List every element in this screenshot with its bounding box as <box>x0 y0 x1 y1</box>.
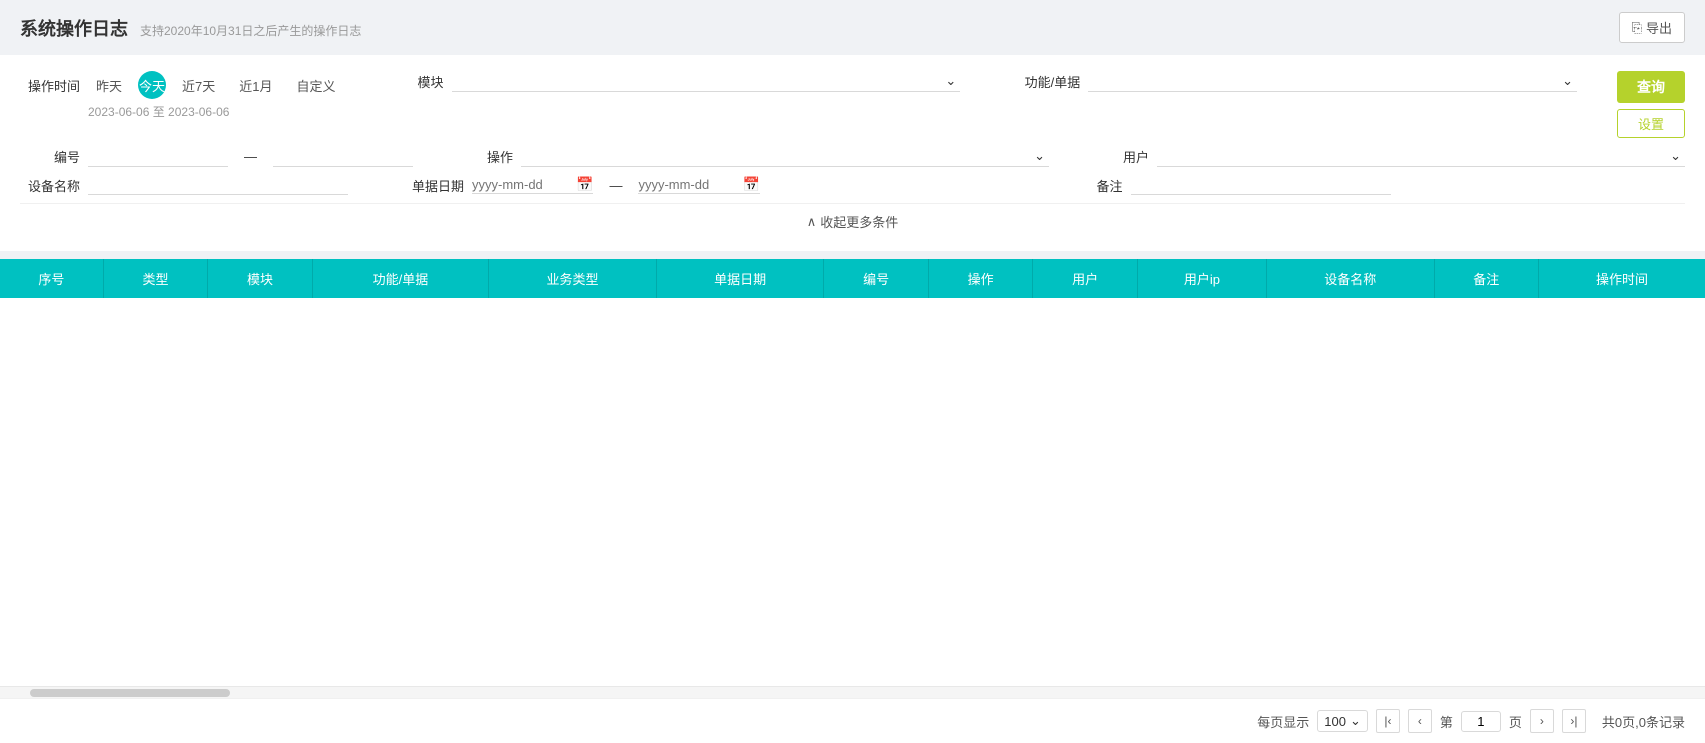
page-prefix-label: 第 <box>1440 712 1453 731</box>
doc-date-start-input[interactable] <box>472 177 572 192</box>
code-input-end[interactable] <box>273 147 413 167</box>
action-buttons: 查询 设置 <box>1617 71 1685 138</box>
col-device: 设备名称 <box>1266 259 1434 298</box>
col-user-ip: 用户ip <box>1137 259 1266 298</box>
collapse-button[interactable]: ∧ 收起更多条件 <box>807 212 899 231</box>
table-header-row: 序号 类型 模块 功能/单据 业务类型 单据日期 编号 操作 用户 用户ip 设… <box>0 259 1705 298</box>
1month-btn[interactable]: 近1月 <box>231 74 280 97</box>
page-subtitle: 支持2020年10月31日之后产生的操作日志 <box>140 22 361 39</box>
prev-page-button[interactable]: ‹ <box>1408 709 1432 733</box>
function-chevron-icon: ⌄ <box>1562 73 1573 89</box>
col-type: 类型 <box>103 259 207 298</box>
col-biz-type: 业务类型 <box>489 259 657 298</box>
per-page-label: 每页显示 <box>1257 712 1309 731</box>
code-dash: — <box>236 149 265 164</box>
col-module: 模块 <box>208 259 312 298</box>
user-select[interactable]: ⌄ <box>1157 146 1685 167</box>
page-title: 系统操作日志 <box>20 15 128 41</box>
first-page-button[interactable]: |‹ <box>1376 709 1400 733</box>
module-select[interactable]: ⌄ <box>452 71 961 92</box>
horizontal-scrollbar[interactable] <box>0 686 1705 698</box>
doc-date-end-wrap: 📅 <box>638 176 759 194</box>
data-table: 序号 类型 模块 功能/单据 业务类型 单据日期 编号 操作 用户 用户ip 设… <box>0 259 1705 298</box>
doc-date-end-input[interactable] <box>638 177 738 192</box>
collapse-label: 收起更多条件 <box>820 212 898 231</box>
today-btn[interactable]: 今天 <box>138 71 166 99</box>
time-buttons: 昨天 今天 近7天 近1月 自定义 <box>88 71 344 99</box>
page-size-chevron-icon: ⌄ <box>1350 713 1361 729</box>
col-function: 功能/单据 <box>312 259 488 298</box>
module-label: 模块 <box>384 72 444 91</box>
doc-date-label: 单据日期 <box>400 176 464 195</box>
col-doc-date: 单据日期 <box>656 259 824 298</box>
export-icon: ⎘ <box>1632 20 1642 36</box>
scrollbar-thumb[interactable] <box>30 689 230 697</box>
pagination-bar: 每页显示 100 ⌄ |‹ ‹ 第 页 › ›| 共0页,0条记录 <box>0 698 1705 743</box>
operation-label: 操作 <box>453 147 513 166</box>
time-label: 操作时间 <box>20 76 80 95</box>
page-suffix-label: 页 <box>1509 712 1522 731</box>
yesterday-btn[interactable]: 昨天 <box>88 74 130 97</box>
remark-input[interactable] <box>1131 175 1391 195</box>
code-label: 编号 <box>20 147 80 166</box>
last-page-button[interactable]: ›| <box>1562 709 1586 733</box>
doc-date-start-wrap: 📅 <box>472 176 593 194</box>
collapse-arrow-icon: ∧ <box>807 214 817 230</box>
date-dash: — <box>601 178 630 193</box>
remark-label: 备注 <box>1063 176 1123 195</box>
operation-select[interactable]: ⌄ <box>521 146 1049 167</box>
code-input-start[interactable] <box>88 147 228 167</box>
7days-btn[interactable]: 近7天 <box>174 74 223 97</box>
filter-area: 操作时间 昨天 今天 近7天 近1月 自定义 2023-06-06 至 2023… <box>0 55 1705 251</box>
time-range: 2023-06-06 至 2023-06-06 <box>88 105 229 119</box>
total-info: 共0页,0条记录 <box>1602 712 1685 731</box>
device-input[interactable] <box>88 175 348 195</box>
col-user: 用户 <box>1033 259 1137 298</box>
user-label: 用户 <box>1089 147 1149 166</box>
page-size-value: 100 <box>1324 714 1346 729</box>
settings-button[interactable]: 设置 <box>1617 109 1685 138</box>
calendar-end-icon[interactable]: 📅 <box>742 176 759 193</box>
collapse-bar: ∧ 收起更多条件 <box>20 203 1685 235</box>
operation-chevron-icon: ⌄ <box>1034 148 1045 164</box>
function-select[interactable]: ⌄ <box>1088 71 1577 92</box>
col-operation: 操作 <box>928 259 1032 298</box>
col-op-time: 操作时间 <box>1539 259 1705 298</box>
current-page-input[interactable] <box>1461 711 1501 732</box>
empty-area <box>0 298 1705 678</box>
export-label: 导出 <box>1646 18 1672 37</box>
table-container: 序号 类型 模块 功能/单据 业务类型 单据日期 编号 操作 用户 用户ip 设… <box>0 259 1705 686</box>
user-chevron-icon: ⌄ <box>1670 148 1681 164</box>
export-button[interactable]: ⎘ 导出 <box>1619 12 1685 43</box>
custom-btn[interactable]: 自定义 <box>288 74 343 97</box>
col-remark: 备注 <box>1434 259 1538 298</box>
page-size-select[interactable]: 100 ⌄ <box>1317 710 1368 732</box>
col-seq: 序号 <box>0 259 103 298</box>
device-label: 设备名称 <box>20 176 80 195</box>
col-code: 编号 <box>824 259 928 298</box>
next-page-button[interactable]: › <box>1530 709 1554 733</box>
module-chevron-icon: ⌄ <box>945 73 956 89</box>
function-label: 功能/单据 <box>1000 72 1080 91</box>
calendar-start-icon[interactable]: 📅 <box>576 176 593 193</box>
query-button[interactable]: 查询 <box>1617 71 1685 103</box>
